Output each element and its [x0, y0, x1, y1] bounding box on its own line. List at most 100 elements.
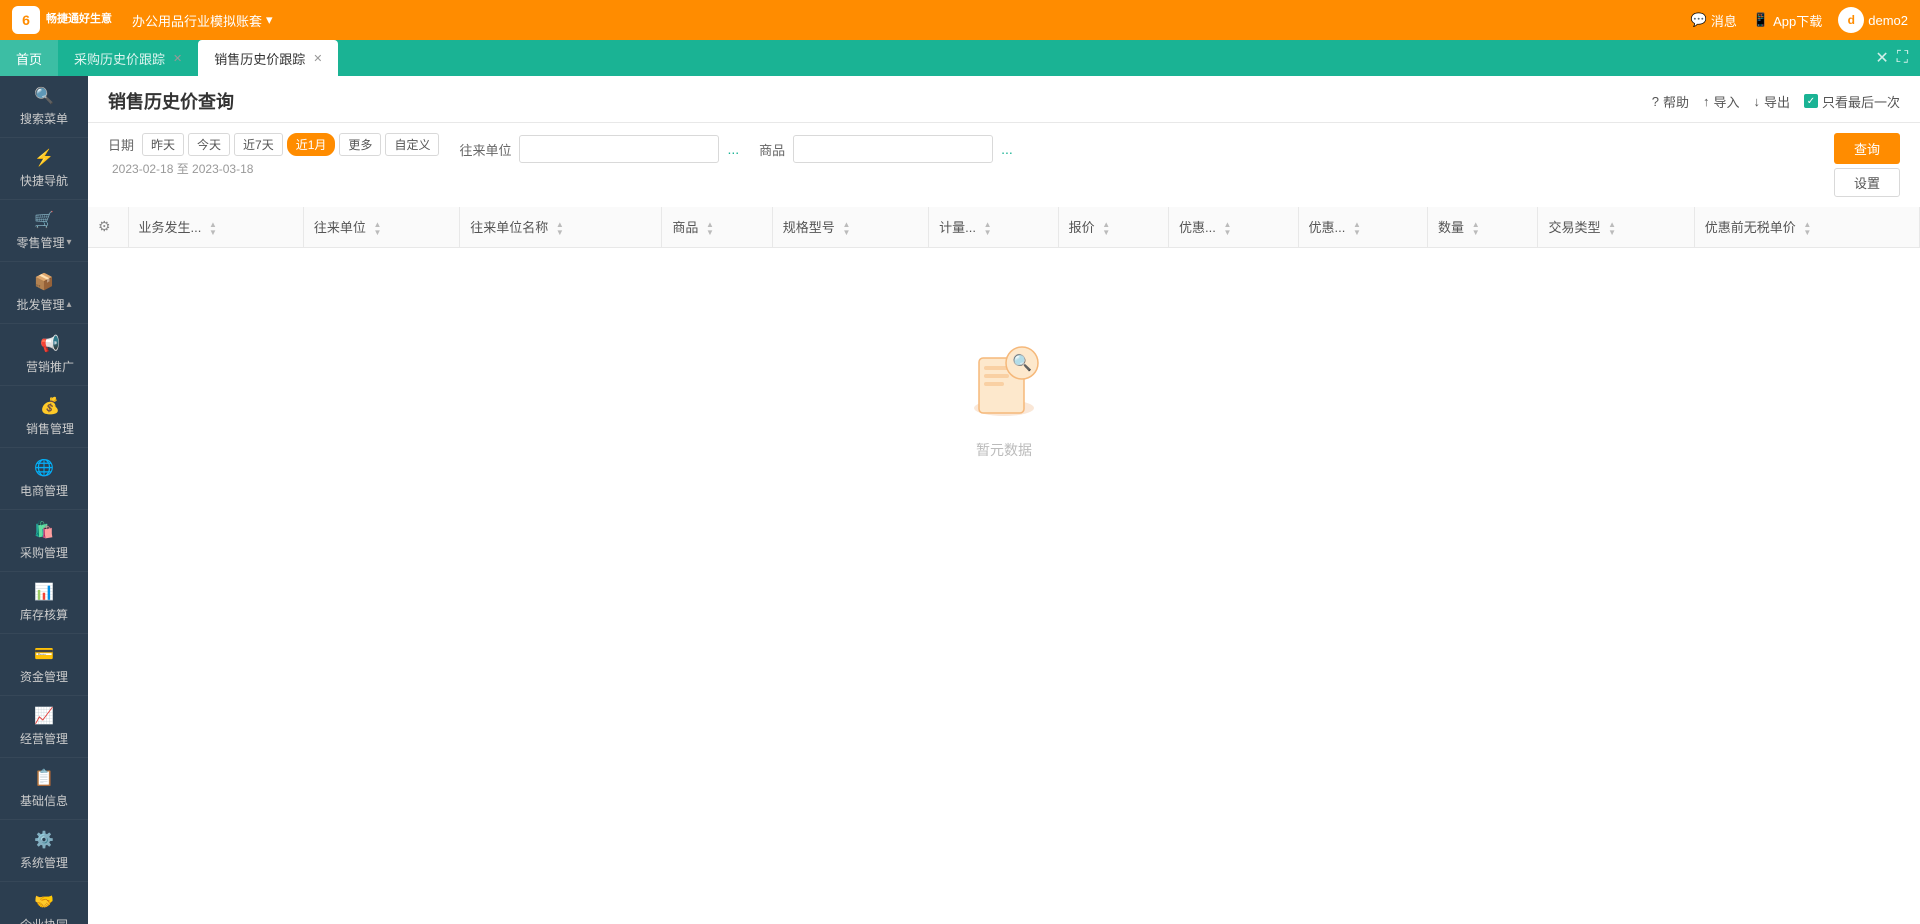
sidebar-label-system: 系统管理 [20, 854, 68, 871]
tab-fullscreen-btn[interactable]: ⛶ [1897, 49, 1908, 67]
export-btn[interactable]: ↓ 导出 [1753, 92, 1790, 111]
setting-btn[interactable]: 设置 [1834, 168, 1900, 197]
sort-partner-name[interactable]: ▲ ▼ [556, 221, 564, 237]
th-trade-type: 交易类型 ▲ ▼ [1538, 207, 1694, 247]
partner-dots-btn[interactable]: ... [727, 141, 739, 157]
th-biz-date: 业务发生... ▲ ▼ [128, 207, 303, 247]
sort-partner-code[interactable]: ▲ ▼ [374, 221, 382, 237]
th-spec: 规格型号 ▲ ▼ [772, 207, 928, 247]
sidebar-item-sales[interactable]: 💰 销售管理 [0, 386, 88, 448]
th-partner-name: 往来单位名称 ▲ ▼ [460, 207, 662, 247]
tab-home[interactable]: 首页 [0, 40, 58, 76]
sidebar-label-retail: 零售管理 [16, 234, 64, 251]
logo-text: 畅捷通好生意 [46, 13, 112, 26]
th-product-label: 商品 [672, 220, 698, 235]
sort-biz-date[interactable]: ▲ ▼ [209, 221, 217, 237]
sidebar-label-ops: 经营管理 [20, 730, 68, 747]
app-download-btn[interactable]: 📱 App下载 [1753, 11, 1822, 30]
sidebar-label-basic: 基础信息 [20, 792, 68, 809]
system-icon: ⚙️ [34, 830, 54, 850]
date-btn-more[interactable]: 更多 [339, 133, 381, 156]
tab-purchase-label: 采购历史价跟踪 [74, 49, 165, 68]
sidebar-item-inventory[interactable]: 📊 库存核算 [0, 572, 88, 634]
sidebar-label-finance: 资金管理 [20, 668, 68, 685]
date-btn-custom[interactable]: 自定义 [385, 133, 439, 156]
sort-spec[interactable]: ▲ ▼ [842, 221, 850, 237]
sidebar-item-retail[interactable]: 🛒 零售管理 ▾ [0, 200, 88, 262]
svg-text:🔍: 🔍 [1012, 352, 1032, 372]
sidebar-item-system[interactable]: ⚙️ 系统管理 [0, 820, 88, 882]
filter-section: 日期 昨天 今天 近7天 近1月 更多 自定义 2023-02-18 至 202… [88, 123, 1920, 207]
search-icon: 🔍 [34, 86, 54, 106]
empty-text: 暂元数据 [976, 440, 1032, 460]
th-discount2: 优惠... ▲ ▼ [1298, 207, 1428, 247]
content-area: 销售历史价查询 ? 帮助 ↑ 导入 ↓ 导出 ✓ [88, 76, 1920, 924]
query-btn[interactable]: 查询 [1834, 133, 1900, 164]
sidebar-item-quick-nav[interactable]: ⚡ 快捷导航 [0, 138, 88, 200]
product-dots-btn[interactable]: ... [1001, 141, 1013, 157]
sidebar-item-ecommerce[interactable]: 🌐 电商管理 [0, 448, 88, 510]
help-btn[interactable]: ? 帮助 [1652, 92, 1689, 111]
th-discount1: 优惠... ▲ ▼ [1169, 207, 1299, 247]
company-selector[interactable]: 办公用品行业模拟账套 ▾ [132, 11, 273, 30]
company-name: 办公用品行业模拟账套 [132, 11, 262, 30]
empty-state: 🔍 暂元数据 [88, 248, 1920, 500]
sort-discount2[interactable]: ▲ ▼ [1353, 221, 1361, 237]
sidebar-label-ecommerce: 电商管理 [20, 482, 68, 499]
sidebar-label-wholesale: 批发管理 [16, 296, 64, 313]
sort-pre-tax-price[interactable]: ▲ ▼ [1803, 221, 1811, 237]
message-btn[interactable]: 💬 消息 [1691, 11, 1737, 30]
sort-discount1[interactable]: ▲ ▼ [1223, 221, 1231, 237]
tab-bar: 首页 采购历史价跟踪 ✕ 销售历史价跟踪 ✕ ✕ ⛶ [0, 40, 1920, 76]
table-header: ⚙ 业务发生... ▲ ▼ 往来单位 ▲ [88, 207, 1920, 247]
tab-sales-close[interactable]: ✕ [313, 52, 322, 65]
date-btn-yesterday[interactable]: 昨天 [142, 133, 184, 156]
date-filter-group: 日期 昨天 今天 近7天 近1月 更多 自定义 [108, 133, 439, 156]
tab-purchase-history[interactable]: 采购历史价跟踪 ✕ [58, 40, 198, 76]
main-layout: 🔍 搜索菜单 ⚡ 快捷导航 🛒 零售管理 ▾ 📦 批发管理 ▴ 📢 营销推广 [0, 76, 1920, 924]
user-profile[interactable]: d demo2 [1838, 7, 1908, 33]
th-quantity-label: 数量 [1438, 220, 1464, 235]
company-area: 办公用品行业模拟账套 ▾ [112, 11, 1691, 30]
sort-product[interactable]: ▲ ▼ [706, 221, 714, 237]
collab-icon: 🤝 [34, 892, 54, 912]
retail-arrow-icon: ▾ [66, 237, 71, 248]
sidebar-item-purchase[interactable]: 🛍️ 采购管理 [0, 510, 88, 572]
date-btn-1month[interactable]: 近1月 [287, 133, 336, 156]
page-actions: ? 帮助 ↑ 导入 ↓ 导出 ✓ 只看最后一次 [1652, 92, 1900, 111]
finance-icon: 💳 [34, 644, 54, 664]
date-btn-today[interactable]: 今天 [188, 133, 230, 156]
dropdown-icon: ▾ [266, 12, 273, 28]
sidebar-label-collab: 企业协同 [20, 916, 68, 924]
import-btn[interactable]: ↑ 导入 [1703, 92, 1740, 111]
sidebar-label-sales: 销售管理 [26, 420, 74, 437]
sidebar-item-basic[interactable]: 📋 基础信息 [0, 758, 88, 820]
sort-quantity[interactable]: ▲ ▼ [1472, 221, 1480, 237]
sidebar-item-finance[interactable]: 💳 资金管理 [0, 634, 88, 696]
tab-purchase-close[interactable]: ✕ [173, 52, 182, 65]
sidebar-item-ops[interactable]: 📈 经营管理 [0, 696, 88, 758]
checkbox-icon: ✓ [1804, 94, 1818, 108]
message-icon: 💬 [1691, 12, 1707, 28]
sidebar-label-marketing: 营销推广 [26, 358, 74, 375]
sales-icon: 💰 [40, 396, 60, 416]
table-settings-icon[interactable]: ⚙ [98, 218, 111, 234]
sort-unit[interactable]: ▲ ▼ [984, 221, 992, 237]
date-btn-7days[interactable]: 近7天 [234, 133, 283, 156]
only-last-checkbox[interactable]: ✓ 只看最后一次 [1804, 92, 1900, 111]
sort-quoted-price[interactable]: ▲ ▼ [1102, 221, 1110, 237]
sidebar-item-wholesale[interactable]: 📦 批发管理 ▴ [0, 262, 88, 324]
sidebar-item-search-menu[interactable]: 🔍 搜索菜单 [0, 76, 88, 138]
tab-sales-history[interactable]: 销售历史价跟踪 ✕ [198, 40, 338, 76]
sidebar-item-collab[interactable]: 🤝 企业协同 [0, 882, 88, 924]
product-input[interactable] [793, 135, 993, 163]
th-partner-code: 往来单位 ▲ ▼ [303, 207, 459, 247]
sidebar-label-quick: 快捷导航 [20, 172, 68, 189]
partner-input[interactable] [519, 135, 719, 163]
sort-trade-type[interactable]: ▲ ▼ [1608, 221, 1616, 237]
sidebar-item-marketing[interactable]: 📢 营销推广 [0, 324, 88, 386]
tab-close-all-btn[interactable]: ✕ [1875, 48, 1888, 68]
table-container: ⚙ 业务发生... ▲ ▼ 往来单位 ▲ [88, 207, 1920, 924]
tab-sales-label: 销售历史价跟踪 [214, 49, 305, 68]
table-header-row: ⚙ 业务发生... ▲ ▼ 往来单位 ▲ [88, 207, 1920, 247]
